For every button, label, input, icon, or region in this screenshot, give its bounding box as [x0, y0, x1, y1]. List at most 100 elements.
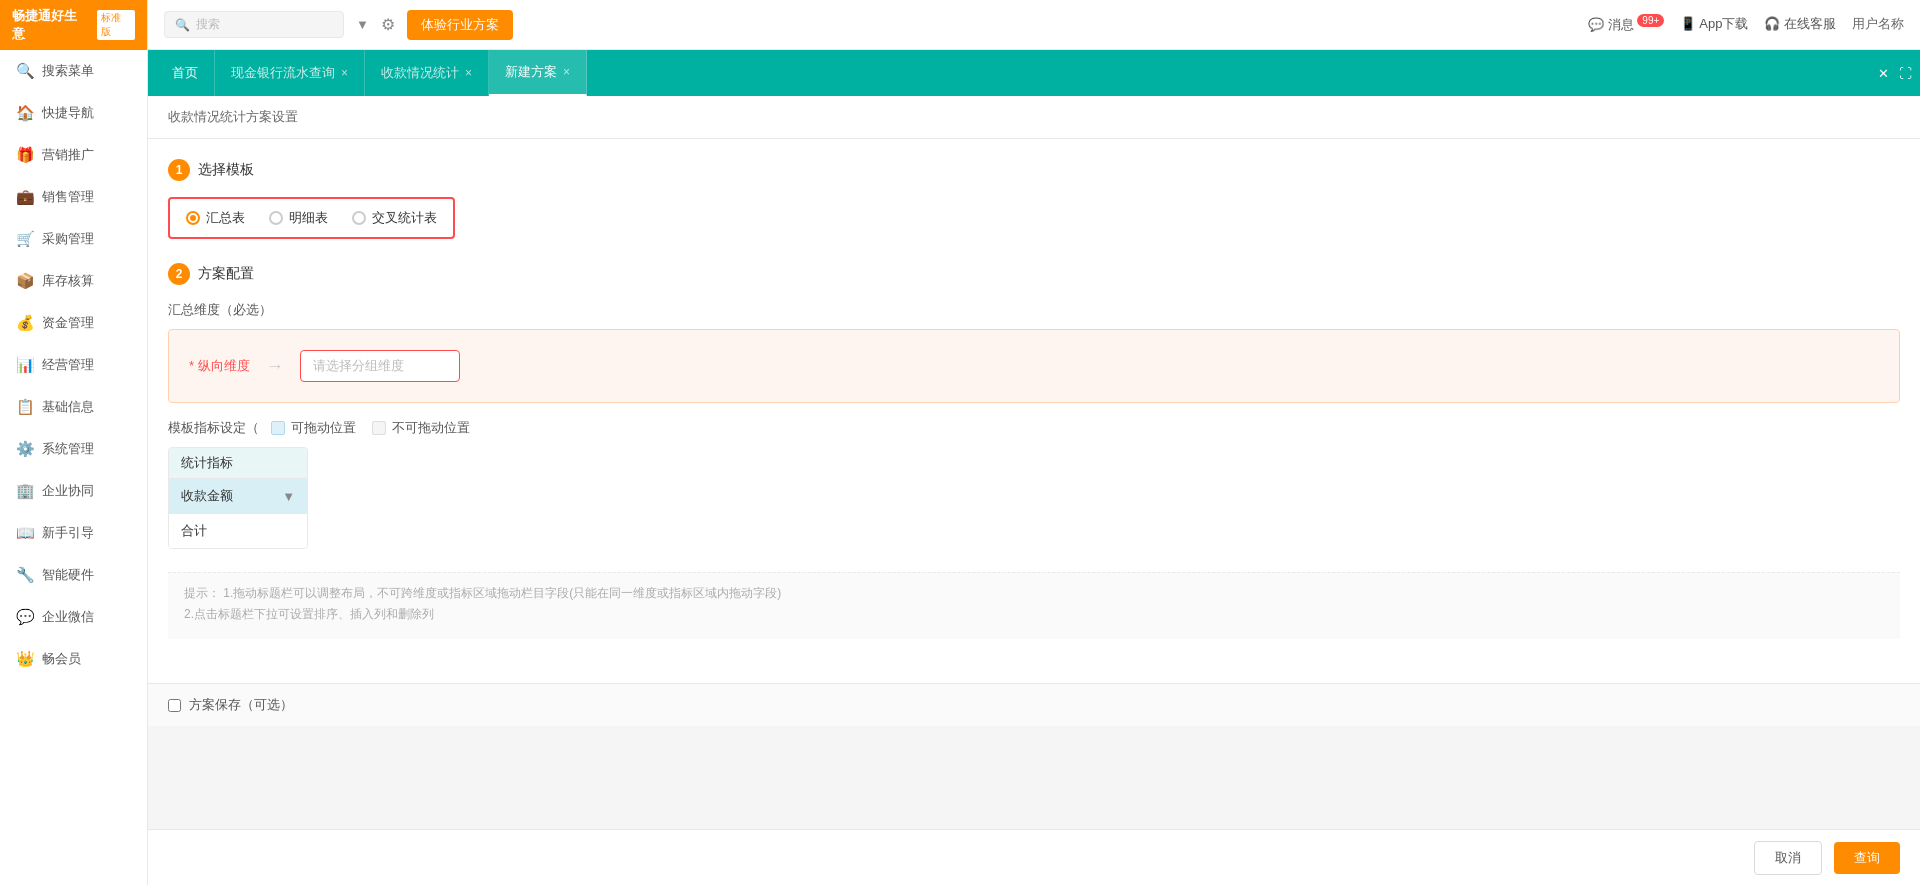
header-right: 💬 消息 99+ 📱 App下载 🎧 在线客服 用户名称 — [1588, 15, 1904, 34]
step1-label: 选择模板 — [198, 161, 254, 179]
sidebar-item-system[interactable]: ⚙️ 系统管理 — [0, 428, 147, 470]
finance-icon: 💰 — [16, 314, 34, 332]
sales-icon: 💼 — [16, 188, 34, 206]
tab-actions: ✕ ⛶ — [1878, 66, 1912, 81]
dimension-row: * 纵向维度 → 请选择分组维度 — [189, 350, 1879, 382]
newbie-icon: 📖 — [16, 524, 34, 542]
tab-home[interactable]: 首页 — [156, 50, 215, 96]
tab-new-plan[interactable]: 新建方案 × — [489, 50, 587, 96]
sidebar-item-label: 新手引导 — [42, 524, 94, 542]
template-options: 汇总表 明细表 交叉统计表 — [168, 197, 455, 239]
metrics-header: 模板指标设定（ 可拖动位置 不可拖动位置 — [168, 419, 1900, 437]
radio-detail[interactable]: 明细表 — [269, 209, 328, 227]
username-display[interactable]: 用户名称 — [1852, 15, 1904, 33]
member-icon: 👑 — [16, 650, 34, 668]
home-icon: 🏠 — [16, 104, 34, 122]
radio-dot-cross — [352, 211, 366, 225]
bottom-bar: 取消 查询 — [148, 829, 1920, 885]
step2-title: 2 方案配置 — [168, 263, 1900, 285]
sidebar-item-wechat[interactable]: 💬 企业微信 — [0, 596, 147, 638]
step1-block: 1 选择模板 汇总表 明细表 交叉统计表 — [168, 159, 1900, 239]
dimension-select-placeholder: 请选择分组维度 — [313, 358, 404, 373]
metrics-table-cell1[interactable]: 收款金额 ▼ — [169, 479, 307, 514]
cancel-button[interactable]: 取消 — [1754, 841, 1822, 875]
legend-draggable-dot — [271, 421, 285, 435]
page-footer: 方案保存（可选） — [148, 683, 1920, 726]
sidebar-item-quick-nav[interactable]: 🏠 快捷导航 — [0, 92, 147, 134]
radio-dot-detail — [269, 211, 283, 225]
industry-btn[interactable]: 体验行业方案 — [407, 10, 513, 40]
sidebar-item-label: 资金管理 — [42, 314, 94, 332]
dropdown-icon[interactable]: ▼ — [356, 17, 369, 32]
search-placeholder: 搜索 — [196, 16, 220, 33]
query-button[interactable]: 查询 — [1834, 842, 1900, 874]
sidebar-item-label: 经营管理 — [42, 356, 94, 374]
sidebar-item-member[interactable]: 👑 畅会员 — [0, 638, 147, 680]
sidebar-item-label: 基础信息 — [42, 398, 94, 416]
sidebar-item-label: 系统管理 — [42, 440, 94, 458]
online-service[interactable]: 🎧 在线客服 — [1764, 15, 1836, 33]
tab-bank-flow-close[interactable]: × — [341, 66, 348, 80]
dimension-select[interactable]: 请选择分组维度 — [300, 350, 460, 382]
radio-dot-summary — [186, 211, 200, 225]
gift-icon: 🎁 — [16, 146, 34, 164]
sidebar-item-inventory[interactable]: 📦 库存核算 — [0, 260, 147, 302]
sidebar-item-search-menu[interactable]: 🔍 搜索菜单 — [0, 50, 147, 92]
search-icon: 🔍 — [175, 18, 190, 32]
sidebar-item-hardware[interactable]: 🔧 智能硬件 — [0, 554, 147, 596]
dimension-area: * 纵向维度 → 请选择分组维度 — [168, 329, 1900, 403]
sidebar-item-label: 搜索菜单 — [42, 62, 94, 80]
cell-dropdown-icon[interactable]: ▼ — [282, 489, 295, 504]
sidebar-item-newbie[interactable]: 📖 新手引导 — [0, 512, 147, 554]
sidebar-item-purchase[interactable]: 🛒 采购管理 — [0, 218, 147, 260]
tab-close-all-icon[interactable]: ✕ — [1878, 66, 1889, 81]
save-plan-checkbox-label[interactable]: 方案保存（可选） — [168, 696, 293, 714]
tab-new-plan-close[interactable]: × — [563, 65, 570, 79]
radio-detail-label: 明细表 — [289, 209, 328, 227]
sidebar-item-marketing[interactable]: 🎁 营销推广 — [0, 134, 147, 176]
tab-bar: 首页 现金银行流水查询 × 收款情况统计 × 新建方案 × ✕ ⛶ — [148, 50, 1920, 96]
radio-cross[interactable]: 交叉统计表 — [352, 209, 437, 227]
sidebar-item-enterprise[interactable]: 🏢 企业协同 — [0, 470, 147, 512]
sidebar-item-finance[interactable]: 💰 资金管理 — [0, 302, 147, 344]
tips-line2: 2.点击标题栏下拉可设置排序、插入列和删除列 — [184, 606, 1884, 623]
page-breadcrumb: 收款情况统计方案设置 — [148, 96, 1920, 139]
notification-area[interactable]: 💬 消息 99+ — [1588, 15, 1664, 34]
sidebar-item-basic[interactable]: 📋 基础信息 — [0, 386, 147, 428]
radio-summary[interactable]: 汇总表 — [186, 209, 245, 227]
sidebar-item-label: 营销推广 — [42, 146, 94, 164]
enterprise-icon: 🏢 — [16, 482, 34, 500]
legend-fixed: 不可拖动位置 — [372, 419, 470, 437]
step1-num: 1 — [168, 159, 190, 181]
sidebar-item-label: 畅会员 — [42, 650, 81, 668]
sidebar-item-operation[interactable]: 📊 经营管理 — [0, 344, 147, 386]
tab-new-plan-label: 新建方案 — [505, 63, 557, 81]
tab-expand-icon[interactable]: ⛶ — [1899, 66, 1912, 81]
metrics-cell2-label: 合计 — [181, 523, 207, 538]
tips-area: 提示： 1.拖动标题栏可以调整布局，不可跨维度或指标区域拖动栏目字段(只能在同一… — [168, 572, 1900, 639]
save-plan-checkbox[interactable] — [168, 699, 181, 712]
tab-collection-stats-close[interactable]: × — [465, 66, 472, 80]
metrics-title: 模板指标设定（ — [168, 419, 259, 437]
search-bar[interactable]: 🔍 搜索 — [164, 11, 344, 38]
step1-title: 1 选择模板 — [168, 159, 1900, 181]
wechat-icon: 💬 — [16, 608, 34, 626]
tab-bank-flow[interactable]: 现金银行流水查询 × — [215, 50, 365, 96]
sidebar: 畅捷通好生意 标准版 🔍 搜索菜单 🏠 快捷导航 🎁 营销推广 💼 销售管理 🛒… — [0, 0, 148, 885]
step2-num: 2 — [168, 263, 190, 285]
system-icon: ⚙️ — [16, 440, 34, 458]
hardware-icon: 🔧 — [16, 566, 34, 584]
tab-home-label: 首页 — [172, 64, 198, 82]
sidebar-item-sales[interactable]: 💼 销售管理 — [0, 176, 147, 218]
legend-fixed-label: 不可拖动位置 — [392, 419, 470, 437]
purchase-icon: 🛒 — [16, 230, 34, 248]
sidebar-logo-badge: 标准版 — [97, 10, 135, 40]
search-menu-icon: 🔍 — [16, 62, 34, 80]
sidebar-logo: 畅捷通好生意 标准版 — [0, 0, 147, 50]
app-download[interactable]: 📱 App下载 — [1680, 15, 1748, 33]
gear-icon[interactable]: ⚙ — [381, 15, 395, 34]
sidebar-item-label: 企业协同 — [42, 482, 94, 500]
tab-collection-stats[interactable]: 收款情况统计 × — [365, 50, 489, 96]
metrics-legend: 可拖动位置 不可拖动位置 — [271, 419, 470, 437]
sidebar-item-label: 销售管理 — [42, 188, 94, 206]
